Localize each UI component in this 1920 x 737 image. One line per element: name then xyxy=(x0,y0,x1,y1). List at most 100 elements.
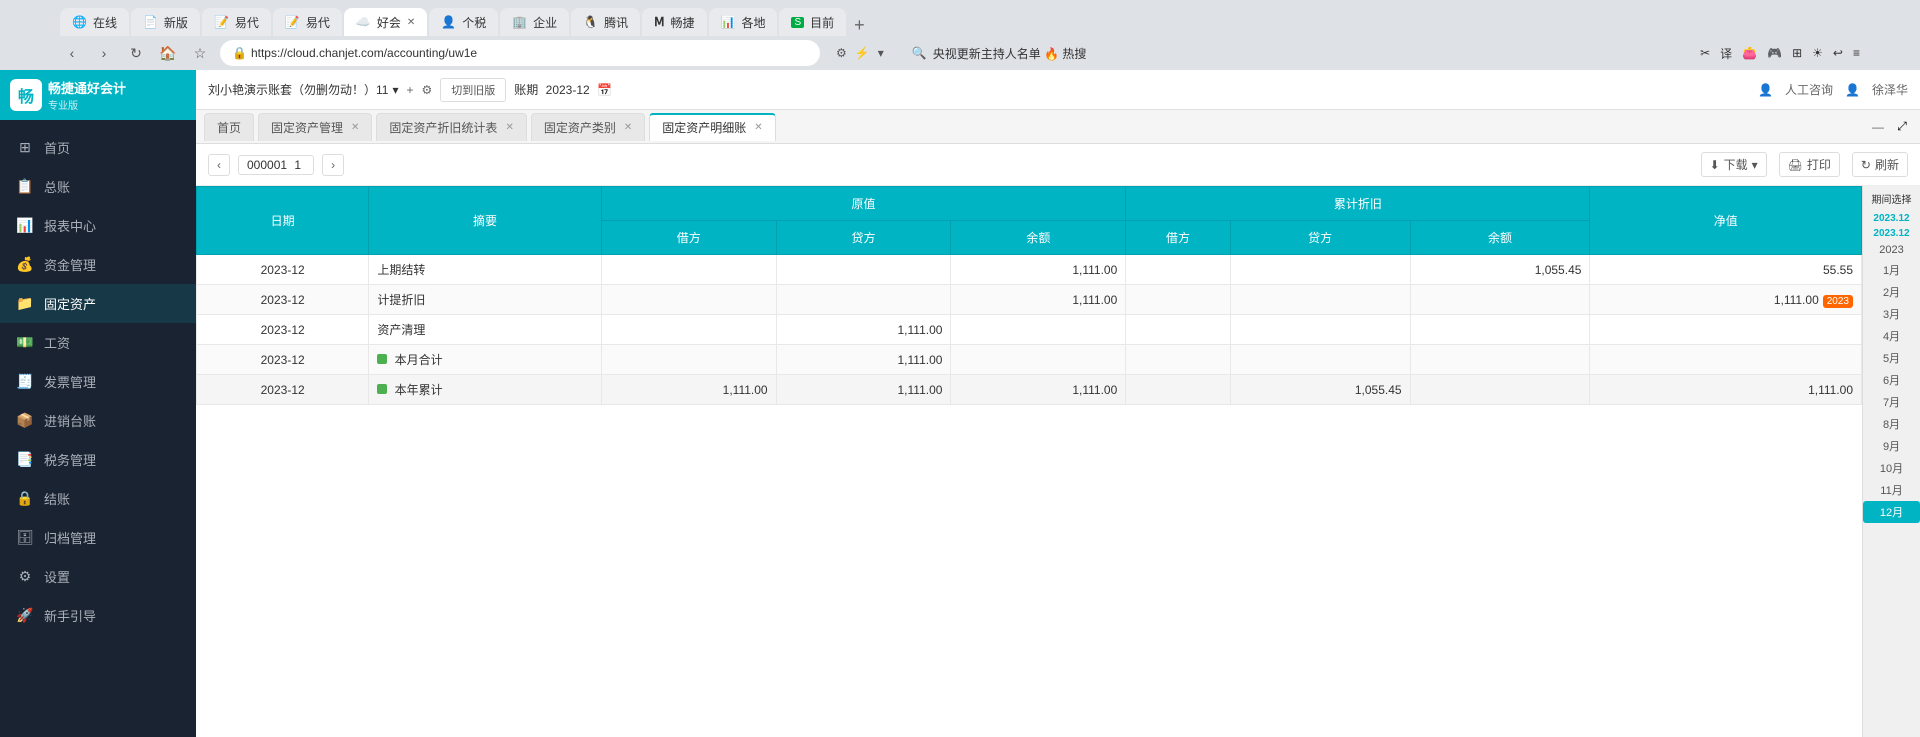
sidebar-item-invoices[interactable]: 🧾 发票管理 xyxy=(0,362,196,401)
switch-version-button[interactable]: 切到旧版 xyxy=(440,78,506,102)
extension-chevron[interactable]: ▾ xyxy=(878,46,884,60)
sidebar-item-closing[interactable]: 🔒 结账 xyxy=(0,479,196,518)
period-month-11[interactable]: 11月 xyxy=(1863,479,1920,501)
wallet-icon[interactable]: 👛 xyxy=(1742,46,1757,60)
tab-asset-category[interactable]: 固定资产类别 ✕ xyxy=(531,113,645,141)
back-button[interactable]: ‹ xyxy=(60,41,84,65)
tab-fixed-assets-mgmt[interactable]: 固定资产管理 ✕ xyxy=(258,113,372,141)
tax-icon: 📑 xyxy=(16,451,34,469)
page-tabs: 首页 固定资产管理 ✕ 固定资产折旧统计表 ✕ 固定资产类别 ✕ 固定资产明细账… xyxy=(196,110,1920,144)
sidebar-item-tax[interactable]: 📑 税务管理 xyxy=(0,440,196,479)
cell-orig-balance: 1,111.00 xyxy=(951,375,1126,405)
refresh-button[interactable]: ↻ 刷新 xyxy=(1852,152,1908,177)
tab-geshui[interactable]: 👤 个税 xyxy=(429,8,498,36)
next-record-button[interactable]: › xyxy=(322,154,344,176)
tab-gedi[interactable]: 📊 各地 xyxy=(709,8,778,36)
sidebar-item-archive[interactable]: 🗄 归档管理 xyxy=(0,518,196,557)
period-month-10[interactable]: 10月 xyxy=(1863,457,1920,479)
print-icon: 🖨 xyxy=(1788,158,1803,172)
print-button[interactable]: 🖨 打印 xyxy=(1779,152,1840,177)
sidebar-item-funds[interactable]: 💰 资金管理 xyxy=(0,245,196,284)
tab-tencent[interactable]: 🐧 腾讯 xyxy=(571,8,640,36)
extension-icon-2[interactable]: ⚡ xyxy=(855,46,870,60)
sun-icon[interactable]: ☀ xyxy=(1812,46,1823,60)
translate-icon[interactable]: 译 xyxy=(1720,45,1732,62)
tab-close-mgmt[interactable]: ✕ xyxy=(351,122,359,133)
tab-close-detail[interactable]: ✕ xyxy=(754,122,762,133)
download-button[interactable]: ⬇ 下载 ▾ xyxy=(1701,152,1767,177)
minimize-panel-button[interactable]: — xyxy=(1868,117,1888,137)
cell-orig-credit: 1,111.00 xyxy=(776,345,951,375)
settings-gear-icon[interactable]: ⚙ xyxy=(422,83,433,97)
cell-accum-credit xyxy=(1230,315,1410,345)
sidebar-item-reports[interactable]: 📊 报表中心 xyxy=(0,206,196,245)
scissors-icon[interactable]: ✂ xyxy=(1700,46,1710,60)
sidebar-item-inventory[interactable]: 📦 进销台账 xyxy=(0,401,196,440)
sidebar-item-home[interactable]: ⊞ 首页 xyxy=(0,128,196,167)
invoices-icon: 🧾 xyxy=(16,373,34,391)
gamepad-icon[interactable]: 🎮 xyxy=(1767,46,1782,60)
tab-asset-detail-ledger[interactable]: 固定资产明细账 ✕ xyxy=(649,113,775,141)
prev-record-button[interactable]: ‹ xyxy=(208,154,230,176)
period-month-5[interactable]: 5月 xyxy=(1863,347,1920,369)
tab-depreciation-stats[interactable]: 固定资产折旧统计表 ✕ xyxy=(376,113,526,141)
period-start-date[interactable]: 2023.12 xyxy=(1871,211,1911,226)
tab-close-category[interactable]: ✕ xyxy=(624,122,632,133)
payroll-icon: 💵 xyxy=(16,334,34,352)
extension-icon-1[interactable]: ⚙ xyxy=(836,46,847,60)
reports-icon: 📊 xyxy=(16,217,34,235)
add-account-btn[interactable]: + xyxy=(407,83,414,97)
tab-home[interactable]: 首页 xyxy=(204,113,254,141)
cell-date: 2023-12 xyxy=(197,345,369,375)
new-tab-button[interactable]: + xyxy=(848,15,871,36)
period-month-4[interactable]: 4月 xyxy=(1863,325,1920,347)
cell-net-value: 55.55 xyxy=(1590,255,1862,285)
search-box[interactable]: 🔍 央视更新主持人名单 🔥 热搜 xyxy=(912,45,1087,62)
period-month-12[interactable]: 12月 xyxy=(1863,501,1920,523)
account-selector[interactable]: 刘小艳演示账套（勿删勿动！）11 ▾ xyxy=(208,81,399,98)
tab-yidai-1[interactable]: 📝 易代 xyxy=(202,8,271,36)
tab-currently[interactable]: S 目前 xyxy=(779,8,846,36)
col-accum-credit: 贷方 xyxy=(1230,221,1410,255)
expand-panel-button[interactable]: ⤢ xyxy=(1892,117,1912,137)
tab-enterprise[interactable]: 🏢 企业 xyxy=(500,8,569,36)
tab-online[interactable]: 🌐 在线 xyxy=(60,8,129,36)
cell-accum-debit xyxy=(1126,345,1230,375)
sidebar-item-ledger[interactable]: 📋 总账 xyxy=(0,167,196,206)
tab-new[interactable]: 📄 新版 xyxy=(131,8,200,36)
period-month-2[interactable]: 2月 xyxy=(1863,281,1920,303)
period-month-1[interactable]: 1月 xyxy=(1863,259,1920,281)
home-button[interactable]: 🏠 xyxy=(156,41,180,65)
forward-button[interactable]: › xyxy=(92,41,116,65)
tab-close-icon[interactable]: ✕ xyxy=(407,17,415,28)
sidebar-item-fixed-assets[interactable]: 📁 固定资产 xyxy=(0,284,196,323)
cell-summary: 计提折旧 xyxy=(369,285,601,315)
tab-haohui[interactable]: ☁️ 好会 ✕ xyxy=(344,8,427,36)
cell-accum-debit xyxy=(1126,255,1230,285)
sidebar-item-payroll[interactable]: 💵 工资 xyxy=(0,323,196,362)
period-month-3[interactable]: 3月 xyxy=(1863,303,1920,325)
address-input[interactable]: 🔒 https://cloud.chanjet.com/accounting/u… xyxy=(220,40,820,66)
calendar-icon[interactable]: 📅 xyxy=(597,83,612,97)
cell-orig-debit: 1,111.00 xyxy=(601,375,776,405)
period-end-date[interactable]: 2023.12 xyxy=(1871,226,1911,241)
sidebar-item-settings[interactable]: ⚙ 设置 xyxy=(0,557,196,596)
tab-changjie[interactable]: Ⅿ 畅捷 xyxy=(642,8,706,36)
period-month-8[interactable]: 8月 xyxy=(1863,413,1920,435)
tab-close-stats[interactable]: ✕ xyxy=(505,122,513,133)
menu-icon[interactable]: ≡ xyxy=(1853,46,1860,60)
table-wrapper: 日期 摘要 原值 累计折旧 净值 借方 贷方 余额 xyxy=(196,186,1862,737)
period-year-2023[interactable]: 2023 xyxy=(1863,241,1920,259)
bookmark-button[interactable]: ☆ xyxy=(188,41,212,65)
tab-yidai-2[interactable]: 📝 易代 xyxy=(273,8,342,36)
refresh-button[interactable]: ↻ xyxy=(124,41,148,65)
sidebar: 畅 畅捷通好会计 专业版 ⊞ 首页 📋 总账 📊 报表中心 💰 资金管理 xyxy=(0,70,196,737)
sidebar-item-guide[interactable]: 🚀 新手引导 xyxy=(0,596,196,635)
cell-accum-debit xyxy=(1126,375,1230,405)
undo-icon[interactable]: ↩ xyxy=(1833,46,1843,60)
grid-icon[interactable]: ⊞ xyxy=(1792,46,1802,60)
app-container: 畅 畅捷通好会计 专业版 ⊞ 首页 📋 总账 📊 报表中心 💰 资金管理 xyxy=(0,70,1920,737)
period-month-6[interactable]: 6月 xyxy=(1863,369,1920,391)
period-month-9[interactable]: 9月 xyxy=(1863,435,1920,457)
period-month-7[interactable]: 7月 xyxy=(1863,391,1920,413)
